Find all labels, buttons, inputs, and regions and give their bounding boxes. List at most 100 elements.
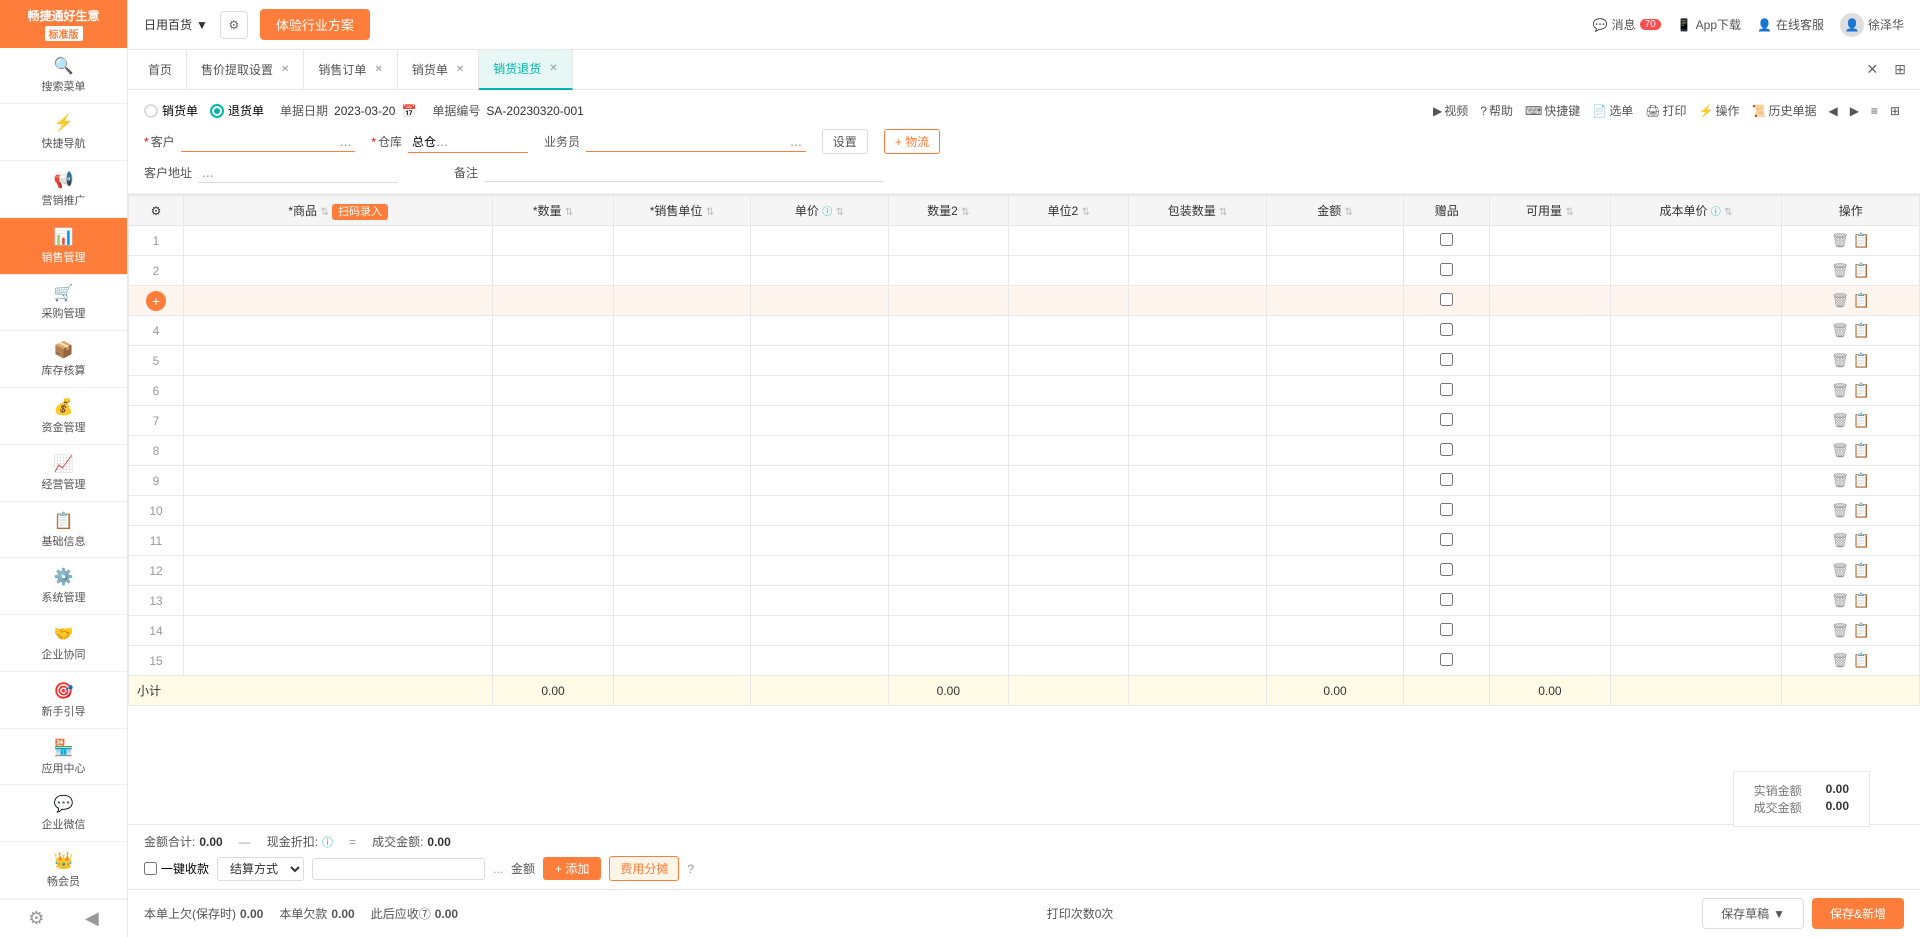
price-cell[interactable] <box>751 496 889 526</box>
address-input-wrapper[interactable]: ... <box>198 162 398 183</box>
gift-checkbox[interactable] <box>1440 503 1453 516</box>
account-dots-btn[interactable]: ... <box>493 862 503 876</box>
qty2-cell[interactable] <box>888 376 1008 406</box>
qty2-cell[interactable] <box>888 346 1008 376</box>
pack-cell[interactable] <box>1129 616 1267 646</box>
customer-dots-btn[interactable]: ... <box>340 133 352 149</box>
sort-icon[interactable]: ⇅ <box>1724 207 1732 218</box>
sidebar-settings-icon[interactable]: ⚙ <box>28 908 44 929</box>
gift-cell[interactable] <box>1404 646 1490 676</box>
price-cell[interactable] <box>751 316 889 346</box>
pack-cell[interactable] <box>1129 316 1267 346</box>
salesperson-input-wrapper[interactable]: ... <box>586 131 806 152</box>
sort-icon[interactable]: ⇅ <box>1219 207 1227 218</box>
copy-row-icon[interactable]: 📋 <box>1853 622 1870 639</box>
delete-row-icon[interactable]: 🗑 <box>1831 562 1849 579</box>
close-icon[interactable]: ✕ <box>374 64 382 75</box>
qty2-cell[interactable] <box>888 496 1008 526</box>
unit2-cell[interactable] <box>1009 226 1129 256</box>
available-cell[interactable] <box>1490 616 1610 646</box>
unit2-cell[interactable] <box>1009 586 1129 616</box>
qty2-cell[interactable] <box>888 226 1008 256</box>
copy-row-icon[interactable]: 📋 <box>1853 412 1870 429</box>
toolbar-nav-next-btn[interactable]: ▶ <box>1846 102 1863 120</box>
toolbar-select-btn[interactable]: 📄 选单 <box>1588 100 1637 121</box>
salesperson-input[interactable] <box>590 134 790 148</box>
unit2-cell[interactable] <box>1009 466 1129 496</box>
qty-cell[interactable] <box>493 646 613 676</box>
sort-icon[interactable]: ⇅ <box>836 207 844 218</box>
pack-cell[interactable] <box>1129 556 1267 586</box>
gift-cell[interactable] <box>1404 616 1490 646</box>
cost-cell[interactable] <box>1610 226 1782 256</box>
qty2-cell[interactable] <box>888 256 1008 286</box>
cost-cell[interactable] <box>1610 526 1782 556</box>
delete-row-icon[interactable]: 🗑 <box>1831 652 1849 669</box>
copy-row-icon[interactable]: 📋 <box>1853 352 1870 369</box>
unit-cell[interactable] <box>613 466 751 496</box>
product-cell[interactable] <box>184 526 493 556</box>
product-cell[interactable] <box>184 346 493 376</box>
cost-cell[interactable] <box>1610 346 1782 376</box>
col-settings-header[interactable]: ⚙ <box>129 196 184 226</box>
available-cell[interactable] <box>1490 436 1610 466</box>
qty2-cell[interactable] <box>888 586 1008 616</box>
add-payment-button[interactable]: + 添加 <box>543 857 601 880</box>
sidebar-item-vip[interactable]: 👑 畅会员 <box>0 842 127 899</box>
warehouse-dots-btn[interactable]: ... <box>436 133 448 149</box>
close-icon[interactable]: ✕ <box>456 64 464 75</box>
product-cell[interactable] <box>184 376 493 406</box>
delete-row-icon[interactable]: 🗑 <box>1831 592 1849 609</box>
sidebar-item-finance[interactable]: 💰 资金管理 <box>0 388 127 445</box>
sort-icon[interactable]: ⇅ <box>1565 207 1573 218</box>
gift-cell[interactable] <box>1404 586 1490 616</box>
unit2-cell[interactable] <box>1009 406 1129 436</box>
qty2-cell[interactable] <box>888 526 1008 556</box>
delete-row-icon[interactable]: 🗑 <box>1831 262 1849 279</box>
gift-cell[interactable] <box>1404 286 1490 316</box>
qty-cell[interactable] <box>493 556 613 586</box>
cost-cell[interactable] <box>1610 616 1782 646</box>
unit-cell[interactable] <box>613 256 751 286</box>
copy-row-icon[interactable]: 📋 <box>1853 292 1870 309</box>
unit-cell[interactable] <box>613 496 751 526</box>
pack-cell[interactable] <box>1129 646 1267 676</box>
add-row-btn[interactable]: + <box>146 291 166 311</box>
qty-cell[interactable] <box>493 616 613 646</box>
gift-checkbox[interactable] <box>1440 593 1453 606</box>
gift-checkbox[interactable] <box>1440 293 1453 306</box>
unit2-cell[interactable] <box>1009 556 1129 586</box>
pack-cell[interactable] <box>1129 346 1267 376</box>
sort-icon[interactable]: ⇅ <box>706 207 714 218</box>
add-logistics-button[interactable]: + 物流 <box>884 129 940 154</box>
tab-price-settings[interactable]: 售价提取设置 ✕ <box>187 50 304 90</box>
toolbar-history-btn[interactable]: 📜 历史单据 <box>1747 100 1820 121</box>
pack-cell[interactable] <box>1129 436 1267 466</box>
message-btn[interactable]: 💬 消息 70 <box>1593 16 1661 33</box>
sidebar-collapse-icon[interactable]: ◀ <box>85 908 99 929</box>
sidebar-item-inventory[interactable]: 📦 库存核算 <box>0 331 127 388</box>
delete-row-icon[interactable]: 🗑 <box>1831 472 1849 489</box>
amount-cell[interactable] <box>1266 256 1404 286</box>
unit-cell[interactable] <box>613 346 751 376</box>
address-dots-btn[interactable]: ... <box>202 164 214 180</box>
copy-row-icon[interactable]: 📋 <box>1853 502 1870 519</box>
gift-checkbox[interactable] <box>1440 353 1453 366</box>
sidebar-item-marketing[interactable]: 📢 营销推广 <box>0 161 127 218</box>
cost-cell[interactable] <box>1610 436 1782 466</box>
qty-cell[interactable] <box>493 286 613 316</box>
unit2-cell[interactable] <box>1009 286 1129 316</box>
delete-row-icon[interactable]: 🗑 <box>1831 382 1849 399</box>
industry-selector[interactable]: 日用百货 ▼ <box>144 16 208 33</box>
unit-cell[interactable] <box>613 646 751 676</box>
price-cell[interactable] <box>751 286 889 316</box>
tab-home[interactable]: 首页 <box>136 50 187 90</box>
product-cell[interactable] <box>184 496 493 526</box>
copy-row-icon[interactable]: 📋 <box>1853 232 1870 249</box>
header-settings-btn[interactable]: ⚙ <box>220 11 248 39</box>
price-cell[interactable] <box>751 436 889 466</box>
price-cell[interactable] <box>751 526 889 556</box>
gift-checkbox[interactable] <box>1440 443 1453 456</box>
settings-button[interactable]: 设置 <box>822 129 868 154</box>
product-cell[interactable] <box>184 406 493 436</box>
